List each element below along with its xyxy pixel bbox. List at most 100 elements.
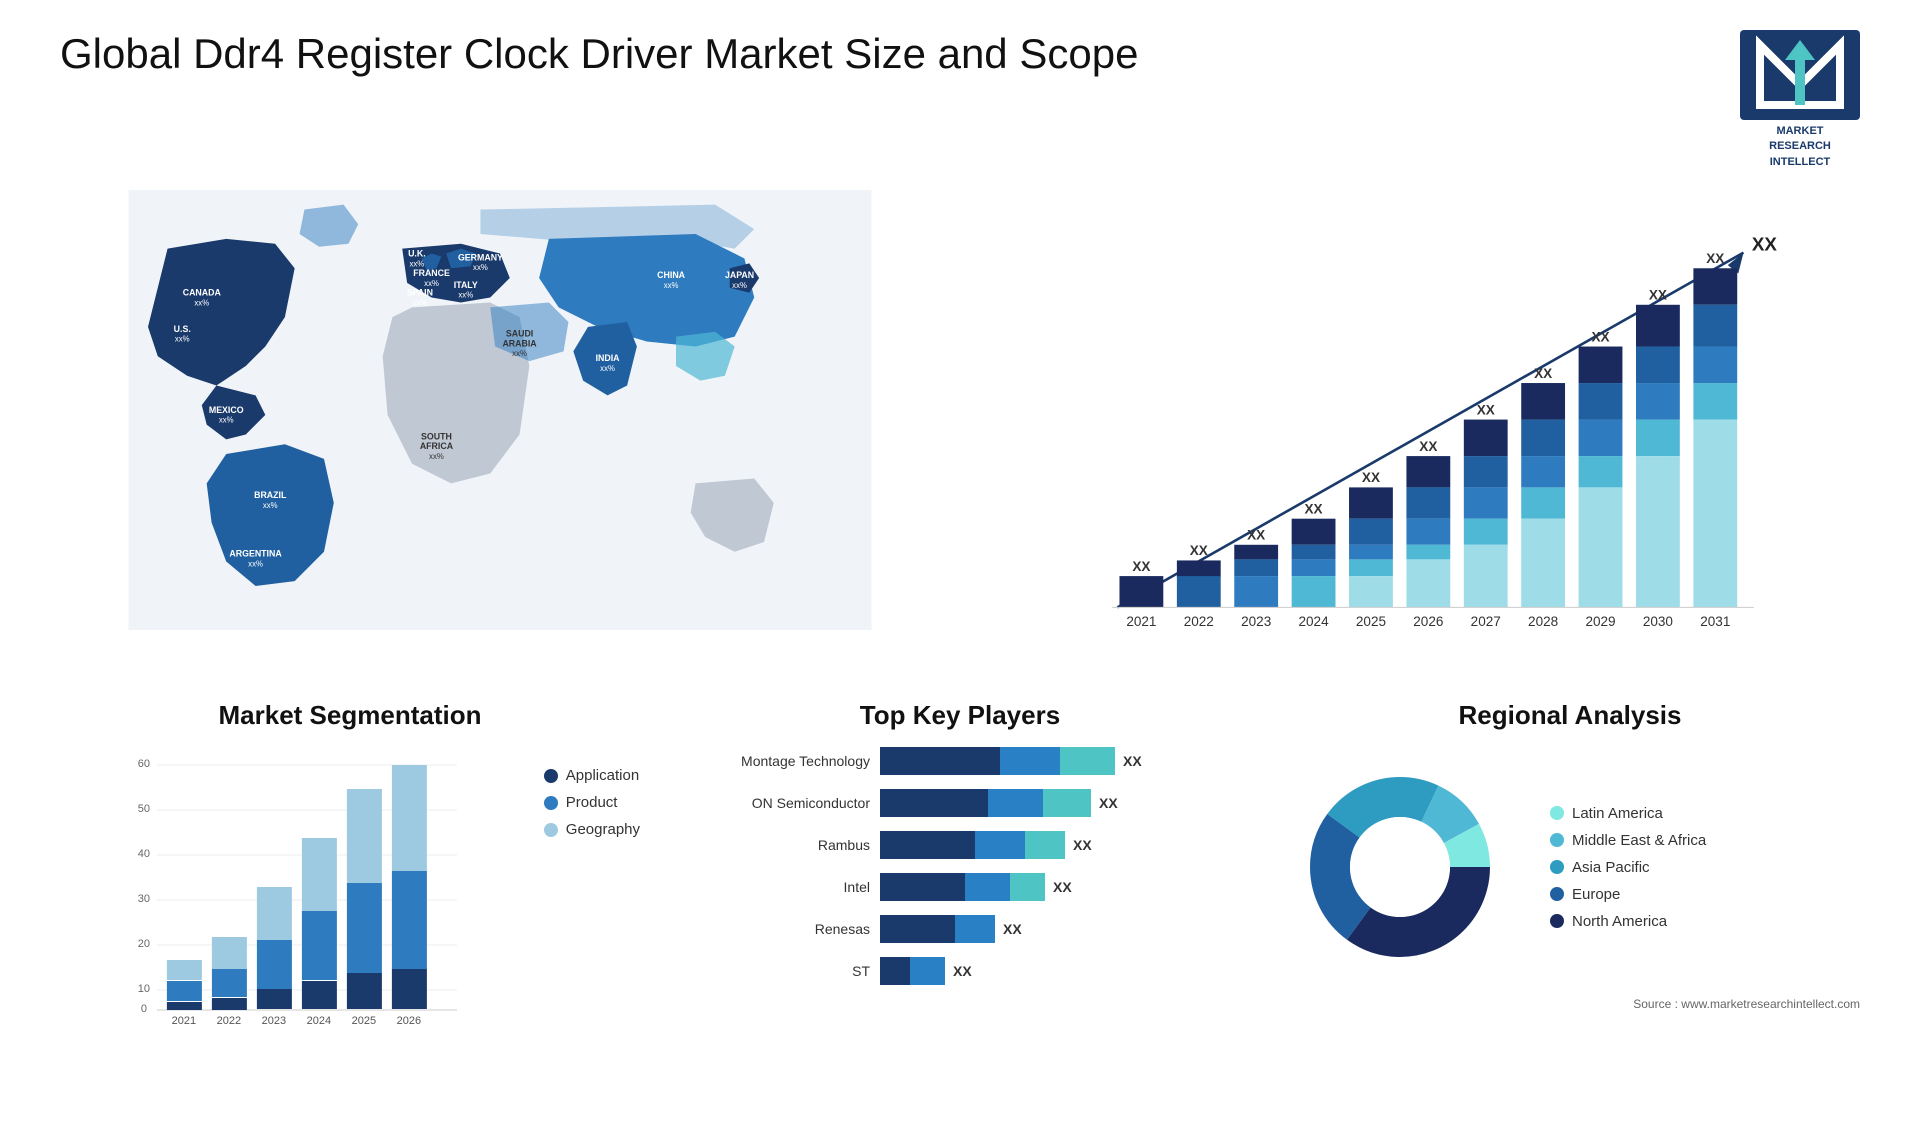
bottom-section: Market Segmentation 60 50 40 30 20 10 0 (60, 700, 1860, 1032)
svg-text:30: 30 (138, 893, 150, 905)
bar-seg2 (965, 873, 1010, 901)
legend-apac: Asia Pacific (1550, 859, 1706, 876)
svg-text:xx%: xx% (412, 299, 427, 308)
svg-text:xx%: xx% (458, 291, 473, 300)
legend-dot-mea (1550, 833, 1564, 847)
player-value: XX (1053, 879, 1072, 895)
donut-chart-svg (1280, 747, 1520, 987)
svg-text:ARGENTINA: ARGENTINA (229, 549, 282, 559)
svg-text:JAPAN: JAPAN (725, 270, 754, 280)
svg-text:SPAIN: SPAIN (407, 288, 433, 298)
svg-text:2028: 2028 (1528, 614, 1558, 629)
svg-text:BRAZIL: BRAZIL (254, 490, 287, 500)
svg-text:2021: 2021 (1126, 614, 1156, 629)
bar-seg1 (880, 873, 965, 901)
source-text: Source : www.marketresearchintellect.com (1280, 997, 1860, 1011)
bar-seg2 (1000, 747, 1060, 775)
svg-text:2023: 2023 (1241, 614, 1271, 629)
bar-seg2 (910, 957, 945, 985)
legend-latin-america: Latin America (1550, 805, 1706, 822)
legend-north-america: North America (1550, 913, 1706, 930)
svg-text:XX: XX (1649, 288, 1667, 303)
svg-text:2026: 2026 (397, 1015, 421, 1027)
bar-chart-section: XX 2021 XX 2022 XX 2023 XX (980, 190, 1860, 670)
legend-product: Product (544, 794, 640, 811)
legend-label-europe: Europe (1572, 886, 1620, 903)
svg-text:0: 0 (141, 1003, 147, 1015)
svg-text:xx%: xx% (194, 299, 209, 308)
legend-mea: Middle East & Africa (1550, 832, 1706, 849)
svg-text:xx%: xx% (664, 281, 679, 290)
bar-seg1 (880, 915, 955, 943)
legend-dot-product (544, 796, 558, 810)
key-players-title: Top Key Players (670, 700, 1250, 731)
player-bar (880, 831, 1065, 859)
segmentation-section: Market Segmentation 60 50 40 30 20 10 0 (60, 700, 640, 1032)
svg-text:XX: XX (1706, 251, 1724, 266)
svg-text:FRANCE: FRANCE (413, 268, 450, 278)
svg-text:10: 10 (138, 983, 150, 995)
svg-text:ITALY: ITALY (454, 280, 478, 290)
bar-seg1 (880, 831, 975, 859)
player-row: ON Semiconductor XX (690, 789, 1230, 817)
svg-text:40: 40 (138, 848, 150, 860)
legend-geography: Geography (544, 821, 640, 838)
legend-label-geography: Geography (566, 821, 640, 838)
page-container: Global Ddr4 Register Clock Driver Market… (0, 0, 1920, 1146)
svg-text:XX: XX (1247, 528, 1265, 543)
legend-dot-latin (1550, 806, 1564, 820)
world-map-container: CANADA xx% U.S. xx% MEXICO xx% BRAZIL xx… (60, 190, 940, 630)
player-name: ON Semiconductor (690, 795, 870, 811)
svg-text:2027: 2027 (1471, 614, 1501, 629)
player-bar-container: XX (880, 789, 1230, 817)
svg-text:2025: 2025 (352, 1015, 376, 1027)
legend-label-application: Application (566, 767, 639, 784)
player-value: XX (953, 963, 972, 979)
svg-text:GERMANY: GERMANY (458, 253, 503, 263)
legend-label-na: North America (1572, 913, 1667, 930)
player-bar-container: XX (880, 831, 1230, 859)
svg-text:XX: XX (1752, 234, 1778, 255)
players-list: Montage Technology XX ON Semiconductor (670, 747, 1250, 985)
svg-text:XX: XX (1362, 470, 1380, 485)
svg-text:xx%: xx% (175, 335, 190, 344)
player-value: XX (1073, 837, 1092, 853)
world-map-section: CANADA xx% U.S. xx% MEXICO xx% BRAZIL xx… (60, 190, 940, 670)
svg-text:2025: 2025 (1356, 614, 1386, 629)
player-row: Montage Technology XX (690, 747, 1230, 775)
logo-text: MARKET RESEARCH INTELLECT (1769, 124, 1831, 170)
svg-text:2024: 2024 (1298, 614, 1329, 629)
legend-dot-application (544, 769, 558, 783)
page-title: Global Ddr4 Register Clock Driver Market… (60, 30, 1138, 78)
player-value: XX (1123, 753, 1142, 769)
svg-text:2029: 2029 (1585, 614, 1615, 629)
svg-text:XX: XX (1591, 329, 1609, 344)
svg-text:2030: 2030 (1643, 614, 1673, 629)
seg-chart-svg: 60 50 40 30 20 10 0 (60, 747, 524, 1027)
svg-text:XX: XX (1305, 502, 1323, 517)
regional-title: Regional Analysis (1280, 700, 1860, 731)
svg-text:xx%: xx% (512, 349, 527, 358)
bar-seg1 (880, 789, 988, 817)
top-section: CANADA xx% U.S. xx% MEXICO xx% BRAZIL xx… (60, 190, 1860, 670)
svg-text:xx%: xx% (263, 501, 278, 510)
player-bar (880, 873, 1045, 901)
legend-label-apac: Asia Pacific (1572, 859, 1650, 876)
svg-text:xx%: xx% (219, 416, 234, 425)
svg-text:xx%: xx% (429, 452, 444, 461)
seg-chart-container: 60 50 40 30 20 10 0 (60, 747, 640, 1032)
legend-label-product: Product (566, 794, 618, 811)
svg-text:2023: 2023 (262, 1015, 286, 1027)
svg-text:INDIA: INDIA (596, 353, 621, 363)
svg-text:xx%: xx% (600, 364, 615, 373)
legend-label-mea: Middle East & Africa (1572, 832, 1706, 849)
player-row: Renesas XX (690, 915, 1230, 943)
player-bar-container: XX (880, 747, 1230, 775)
svg-text:XX: XX (1190, 543, 1208, 558)
svg-text:XX: XX (1419, 439, 1437, 454)
logo-svg (1750, 35, 1850, 115)
svg-text:xx%: xx% (248, 560, 263, 569)
player-bar (880, 789, 1091, 817)
svg-text:XX: XX (1477, 403, 1495, 418)
regional-section: Regional Analysis (1280, 700, 1860, 1032)
